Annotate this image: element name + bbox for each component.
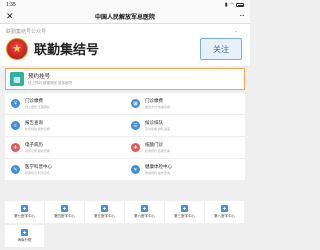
page-title: 中国人民解放军总医院 bbox=[94, 15, 155, 21]
service-desc: 检查检验 报告查看 bbox=[25, 127, 50, 131]
medical-center-label: 第四医学中心 bbox=[54, 213, 75, 218]
hospital-icon: ✚ bbox=[221, 205, 228, 213]
hospital-icon: ✚ bbox=[181, 205, 188, 213]
more-icon[interactable]: ··· bbox=[239, 11, 245, 20]
status-bar: 1:35 ▮ ◠ bbox=[0, 0, 250, 10]
education-icon: ✎ bbox=[11, 165, 20, 174]
calendar-icon: ▦ bbox=[10, 72, 24, 86]
signal-icon: ▮ bbox=[224, 2, 228, 8]
payment-icon: ¥ bbox=[11, 99, 20, 108]
medical-center-label: 第七医学中心 bbox=[14, 213, 35, 218]
service-desc: 就诊记录 随时查看 bbox=[25, 149, 50, 153]
service-item[interactable]: ☰ 候诊排队实时查看 排队进度 bbox=[125, 115, 245, 137]
medical-center-tile[interactable]: ✚ 第八医学中心 bbox=[205, 201, 245, 223]
checkup-icon: ♥ bbox=[131, 165, 140, 174]
service-item[interactable]: ≡ 报告查询检查检验 报告查看 bbox=[5, 115, 125, 137]
account-logo bbox=[6, 38, 28, 60]
empty-slot bbox=[205, 225, 245, 247]
service-item[interactable]: ▣ 门诊缴费便捷支付 快速完成 bbox=[125, 93, 245, 115]
medical-center-label: 第五医学中心 bbox=[94, 213, 115, 218]
service-title: 候诊排队 bbox=[145, 120, 163, 125]
medical-center-label: 第三医学中心 bbox=[174, 213, 195, 218]
service-title: 门诊缴费 bbox=[25, 98, 43, 103]
medical-centers-row: ✚ 海南分院 bbox=[5, 225, 245, 247]
hospital-icon: ✚ bbox=[141, 205, 148, 213]
service-title: 核酸门诊 bbox=[145, 142, 163, 147]
services-grid: ¥ 门诊缴费线上缴费 无需排队 ▣ 门诊缴费便捷支付 快速完成 ≡ 报告查询检查检验 报告… bbox=[5, 93, 245, 181]
medical-center-label: 海南分院 bbox=[17, 237, 32, 242]
service-title: 报告查询 bbox=[25, 120, 43, 125]
service-desc: 线上缴费 无需排队 bbox=[25, 105, 50, 109]
empty-slot bbox=[165, 225, 205, 247]
empty-slot bbox=[125, 225, 165, 247]
empty-slot bbox=[45, 225, 85, 247]
status-time: 1:35 bbox=[6, 2, 16, 8]
service-item[interactable]: ♥ 健康体检中心 体检预约 报告查询 bbox=[125, 159, 245, 181]
card-icon: ▣ bbox=[131, 99, 140, 108]
service-desc: 便捷支付 快速完成 bbox=[145, 105, 170, 109]
service-desc: 检测预约 结果查询 bbox=[145, 149, 170, 153]
medical-center-tile[interactable]: ✚ 第七医学中心 bbox=[5, 201, 45, 223]
appointment-card[interactable]: ▦ 预约挂号 线上预约 便捷就医 选择医院 bbox=[5, 68, 245, 90]
wifi-icon: ◠ bbox=[229, 2, 234, 8]
follow-button[interactable]: 关注 bbox=[200, 38, 242, 60]
hospital-icon: ✚ bbox=[101, 205, 108, 213]
account-header: 联勤集结号公众号 ⌄ 联勤集结号 关注 bbox=[0, 24, 250, 66]
status-icons: ▮ ◠ bbox=[225, 2, 244, 8]
report-icon: ≡ bbox=[11, 121, 20, 130]
appointment-title: 预约挂号 bbox=[28, 74, 51, 80]
service-item[interactable]: ✚ 电子病历就诊记录 随时查看 bbox=[5, 137, 125, 159]
hospital-icon: ✚ bbox=[21, 229, 28, 237]
appointment-desc: 线上预约 便捷就医 选择医院 bbox=[28, 81, 72, 85]
empty-slot bbox=[85, 225, 125, 247]
close-icon[interactable]: ✕ bbox=[6, 11, 14, 22]
nav-bar: ✕ 中国人民解放军总医院 ··· bbox=[0, 10, 250, 24]
account-name: 联勤集结号 bbox=[34, 42, 100, 57]
medical-center-tile[interactable]: ✚ 第四医学中心 bbox=[45, 201, 85, 223]
hospital-icon: ✚ bbox=[61, 205, 68, 213]
service-desc: 实时查看 排队进度 bbox=[145, 127, 170, 131]
medical-center-label: 第八医学中心 bbox=[214, 213, 235, 218]
medical-center-tile[interactable]: ✚ 海南分院 bbox=[5, 225, 45, 247]
service-title: 电子病历 bbox=[25, 142, 43, 147]
service-title: 医学科普中心 bbox=[25, 164, 52, 169]
medical-center-tile[interactable]: ✚ 第三医学中心 bbox=[165, 201, 205, 223]
medical-centers-row: ✚ 第七医学中心 ✚ 第四医学中心 ✚ 第五医学中心 ✚ 第六医学中心 ✚ 第三医学中心 ✚ 第八医学… bbox=[5, 201, 245, 223]
service-item[interactable]: ✚ 核酸门诊检测预约 结果查询 bbox=[125, 137, 245, 159]
record-icon: ✚ bbox=[11, 143, 20, 152]
hospital-icon: ✚ bbox=[21, 205, 28, 213]
account-subtitle: 联勤集结号公众号 bbox=[6, 29, 47, 35]
medical-center-tile[interactable]: ✚ 第五医学中心 bbox=[85, 201, 125, 223]
chevron-down-icon[interactable]: ⌄ bbox=[234, 28, 238, 34]
service-item[interactable]: ¥ 门诊缴费线上缴费 无需排队 bbox=[5, 93, 125, 115]
service-desc: 体检预约 报告查询 bbox=[145, 171, 170, 175]
queue-icon: ☰ bbox=[131, 121, 140, 130]
service-title: 门诊缴费 bbox=[145, 98, 163, 103]
medical-center-tile[interactable]: ✚ 第六医学中心 bbox=[125, 201, 165, 223]
service-desc: 健康知识 科普宣传 bbox=[25, 171, 50, 175]
service-item[interactable]: ✎ 医学科普中心 健康知识 科普宣传 bbox=[5, 159, 125, 181]
service-title: 健康体检中心 bbox=[145, 164, 172, 169]
test-icon: ✚ bbox=[131, 143, 140, 152]
battery-icon bbox=[236, 3, 244, 7]
medical-center-label: 第六医学中心 bbox=[134, 213, 155, 218]
